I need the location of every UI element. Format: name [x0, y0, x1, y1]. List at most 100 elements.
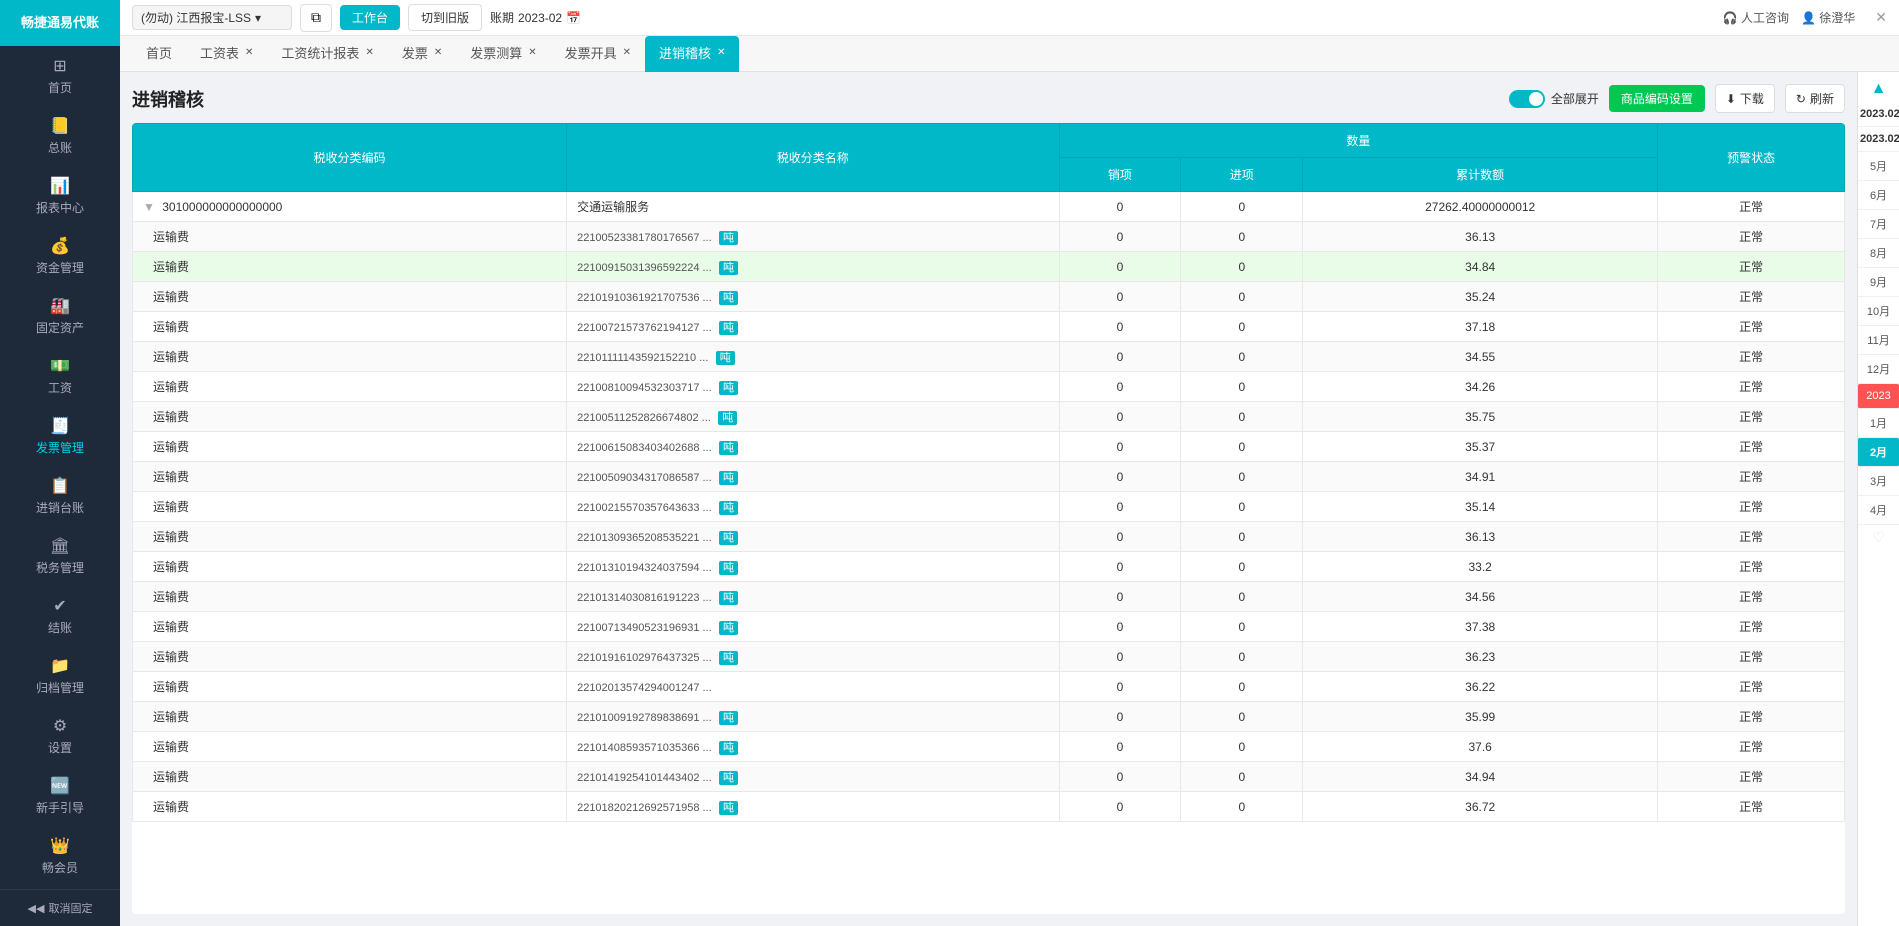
tab-sales-check[interactable]: 进销稽核 ✕ [645, 36, 739, 72]
sidebar-item-sales-ledger[interactable]: 📋 进销台账 [0, 466, 120, 526]
panel-month-5[interactable]: 5月 [1858, 152, 1899, 181]
cell-name: 运输费 [133, 732, 567, 762]
panel-month-8[interactable]: 8月 [1858, 239, 1899, 268]
cell-sales: 0 [1059, 762, 1181, 792]
panel-month-9[interactable]: 9月 [1858, 268, 1899, 297]
help-label[interactable]: 🎧 人工咨询 [1723, 9, 1789, 26]
company-selector[interactable]: (勿动) 江西报宝-LSS ▾ [132, 5, 292, 30]
data-table-container: 税收分类编码 税收分类名称 数量 预警状态 销项 进项 累计数额 [132, 123, 1845, 914]
sidebar-item-ledger[interactable]: 📒 总账 [0, 106, 120, 166]
tab-home-label: 首页 [146, 43, 172, 62]
panel-month-11[interactable]: 11月 [1858, 326, 1899, 355]
tab-invoice-open[interactable]: 发票开具 ✕ [551, 36, 645, 72]
tab-invoice-close[interactable]: ✕ [434, 47, 442, 58]
cell-purchase: 0 [1181, 552, 1303, 582]
cell-purchase: 0 [1181, 492, 1303, 522]
panel-month-3[interactable]: 3月 [1858, 467, 1899, 496]
tab-invoice-open-close[interactable]: ✕ [623, 47, 631, 58]
sidebar-item-fund[interactable]: 💰 资金管理 [0, 226, 120, 286]
cell-invoice-no: 22102013574294001247 ... [567, 672, 1059, 702]
cell-invoice-no: 22100615083403402688 ... 吨 [567, 432, 1059, 462]
home-icon: ⊞ [53, 56, 66, 76]
cell-name: 运输费 [133, 402, 567, 432]
tax-icon: 🏛 [50, 536, 70, 556]
tab-salary-report[interactable]: 工资统计报表 ✕ [267, 36, 387, 72]
cell-name: 运输费 [133, 312, 567, 342]
panel-month-4[interactable]: 4月 [1858, 496, 1899, 525]
table-row: 运输费 22100615083403402688 ... 吨 0 0 35.37… [133, 432, 1845, 462]
expand-arrow[interactable]: ▼ [143, 200, 155, 214]
up-arrow[interactable]: ▲ [1867, 76, 1891, 102]
panel-month-10[interactable]: 10月 [1858, 297, 1899, 326]
panel-year-active[interactable]: 2023 [1858, 384, 1899, 409]
cell-name: 运输费 [133, 582, 567, 612]
right-panel: ▲ 2023.02 2023.02 5月 6月 7月 8月 9月 10月 11月… [1857, 72, 1899, 926]
panel-month-6[interactable]: 6月 [1858, 181, 1899, 210]
settings-button[interactable]: 商品编码设置 [1609, 85, 1705, 112]
copy-btn[interactable]: ⧉ [300, 4, 332, 32]
cell-status: 正常 [1658, 312, 1845, 342]
user-display[interactable]: 👤 徐澄华 [1801, 9, 1855, 26]
refresh-button[interactable]: ↻ 刷新 [1785, 84, 1845, 113]
sidebar-item-invoice-mgr[interactable]: 🧾 发票管理 [0, 406, 120, 466]
tab-home[interactable]: 首页 [132, 36, 186, 72]
sidebar-item-home[interactable]: ⊞ 首页 [0, 46, 120, 106]
asset-icon: 🏭 [50, 296, 70, 316]
tab-sales-check-label: 进销稽核 [659, 43, 711, 62]
panel-month-12[interactable]: 12月 [1858, 355, 1899, 384]
dropdown-icon: ▾ [255, 11, 261, 25]
download-icon: ⬇ [1726, 92, 1736, 106]
sidebar-item-settle[interactable]: ✔ 结账 [0, 586, 120, 646]
tab-salary-table-close[interactable]: ✕ [245, 47, 253, 58]
cell-status: 正常 [1658, 612, 1845, 642]
cell-purchase: 0 [1181, 582, 1303, 612]
col-sales-header: 销项 [1059, 158, 1181, 192]
cell-sales: 0 [1059, 672, 1181, 702]
tab-invoice-calc-close[interactable]: ✕ [528, 47, 536, 58]
cell-sales: 0 [1059, 612, 1181, 642]
close-button[interactable]: ✕ [1875, 9, 1887, 26]
cell-invoice-no: 22100721573762194127 ... 吨 [567, 312, 1059, 342]
tab-salary-report-close[interactable]: ✕ [365, 47, 373, 58]
tab-invoice[interactable]: 发票 ✕ [388, 36, 456, 72]
cell-name: 运输费 [133, 372, 567, 402]
main-area: (勿动) 江西报宝-LSS ▾ ⧉ 工作台 切到旧版 账期 2023-02 📅 … [120, 0, 1899, 926]
cell-invoice-no: 22101820212692571958 ... 吨 [567, 792, 1059, 822]
sidebar-item-guide[interactable]: 🆕 新手引导 [0, 766, 120, 826]
tab-invoice-calc-label: 发票测算 [470, 43, 522, 62]
panel-month-1[interactable]: 1月 [1858, 409, 1899, 438]
sidebar-item-report[interactable]: 📊 报表中心 [0, 166, 120, 226]
tab-salary-table[interactable]: 工资表 ✕ [186, 36, 267, 72]
cell-cumulative: 34.94 [1303, 762, 1658, 792]
cell-name: 运输费 [133, 222, 567, 252]
cell-cumulative: 37.18 [1303, 312, 1658, 342]
cell-status: 正常 [1658, 372, 1845, 402]
refresh-icon: ↻ [1796, 92, 1806, 106]
tab-sales-check-close[interactable]: ✕ [717, 47, 725, 58]
sidebar-item-salary[interactable]: 💵 工资 [0, 346, 120, 406]
sidebar-item-asset[interactable]: 🏭 固定资产 [0, 286, 120, 346]
sidebar-item-label: 固定资产 [36, 319, 84, 336]
sidebar-item-member[interactable]: 👑 畅会员 [0, 826, 120, 886]
fund-icon: 💰 [50, 236, 70, 256]
panel-year-prev2[interactable]: 2023.02 [1858, 127, 1899, 152]
toggle-label-text: 全部展开 [1551, 90, 1599, 107]
panel-year-prev1[interactable]: 2023.02 [1858, 102, 1899, 127]
invoice-icon: 🧾 [50, 416, 70, 436]
toggle-switch[interactable] [1509, 90, 1545, 108]
sidebar-item-settings[interactable]: ⚙ 设置 [0, 706, 120, 766]
download-button[interactable]: ⬇ 下载 [1715, 84, 1775, 113]
panel-month-7[interactable]: 7月 [1858, 210, 1899, 239]
tab-invoice-calc[interactable]: 发票测算 ✕ [456, 36, 550, 72]
sidebar-item-tax[interactable]: 🏛 税务管理 [0, 526, 120, 586]
report-icon: 📊 [50, 176, 70, 196]
cell-cumulative: 34.55 [1303, 342, 1658, 372]
sidebar-footer[interactable]: ◀◀ 取消固定 [0, 889, 120, 926]
panel-month-2-active[interactable]: 2月 [1858, 438, 1899, 467]
expand-toggle[interactable]: 全部展开 [1509, 90, 1599, 108]
workbench-button[interactable]: 工作台 [340, 5, 400, 30]
sidebar-item-label: 总账 [48, 139, 72, 156]
switch-version-button[interactable]: 切到旧版 [408, 4, 482, 31]
sidebar-item-archive[interactable]: 📁 归档管理 [0, 646, 120, 706]
cell-sales: 0 [1059, 522, 1181, 552]
